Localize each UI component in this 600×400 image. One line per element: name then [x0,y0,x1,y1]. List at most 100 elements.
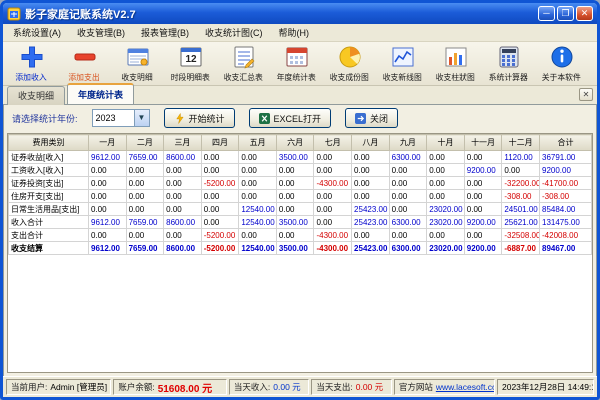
value-cell: 0.00 [275,228,315,242]
toolbar-label: 添加收入 [15,72,48,82]
value-cell: 25423.00 [351,215,390,229]
table-row[interactable]: 收入合计 9612.00 7659.00 8600.00 0.00 12540.00 350… [8,215,592,229]
value-cell: 0.00 [275,202,315,216]
toolbar-annual-table-button[interactable]: 年度统计表 [270,43,323,84]
close-button[interactable]: ✕ [576,6,593,21]
column-header: 合计 [539,134,592,151]
add-expense-icon [72,44,98,70]
category-cell: 工资收入[收入] [8,163,89,177]
close-panel-button[interactable]: 关闭 [345,108,399,128]
status-balance: 账户余额: 51608.00 元 [113,379,227,395]
income-expense-detail-icon [125,44,151,70]
toolbar-calculator-button[interactable]: 系统计算器 [482,43,535,84]
maximize-button[interactable]: ❐ [557,6,574,21]
value-cell: 8600.00 [163,150,202,164]
toolbar-pie-chart-button[interactable]: 收支成份图 [323,43,376,84]
value-cell: 0.00 [238,228,277,242]
value-cell: -41700.00 [539,176,592,190]
value-cell: 0.00 [88,176,127,190]
value-cell: 23020.00 [426,215,465,229]
value-cell: 0.00 [388,163,428,177]
value-cell: -6887.00 [501,241,540,255]
status-today-income: 当天收入: 0.00 元 [228,379,310,395]
table-row[interactable]: 证券收益[收入] 9612.00 7659.00 8600.00 0.00 0.00 350… [8,150,592,164]
menu-charts[interactable]: 收支统计图(C) [197,24,271,41]
toolbar-period-detail-button[interactable]: 12 时段明细表 [164,43,217,84]
lightning-icon [175,112,184,124]
status-current-user: 当前用户: Admin [管理员] [6,379,112,395]
menu-help[interactable]: 帮助(H) [271,24,318,41]
value-cell: 36791.00 [539,150,592,164]
value-cell: 0.00 [200,189,240,203]
table-row[interactable]: 工资收入[收入] 0.00 0.00 0.00 0.00 0.00 0.00 0.00 0.00… [8,163,592,177]
toolbar-line-chart-button[interactable]: 收支新线图 [376,43,429,84]
value-cell: 0.00 [426,228,465,242]
value-cell: 0.00 [238,189,277,203]
value-cell: 0.00 [163,202,202,216]
value-cell: 0.00 [125,163,165,177]
site-label: 官方网站 [398,382,433,392]
value-cell: 0.00 [388,202,428,216]
site-link[interactable]: www.lacesoft.com [436,382,494,392]
app-icon [7,7,21,21]
year-select[interactable]: 2023 ▼ [91,109,150,127]
value-cell: 0.00 [275,189,315,203]
tab-close-button[interactable]: ✕ [579,88,593,101]
statistics-controls: 请选择统计年份: 2023 ▼ 开始统计 EXCEL打开 关闭 [4,105,596,131]
year-select-label: 请选择统计年份: [12,113,78,124]
calculator-icon [496,44,522,70]
tab-strip: 收支明细 年度统计表 ✕ [3,83,597,105]
toolbar-label: 收支成份图 [329,72,370,82]
table-row[interactable]: 日常生活用品[支出] 0.00 0.00 0.00 0.00 12540.00 0.00 0.… [8,202,592,216]
toolbar-add-expense-button[interactable]: 添加支出 [58,43,111,84]
column-header: 四月 [200,134,240,151]
value-cell: 9200.00 [463,215,503,229]
start-statistics-button[interactable]: 开始统计 [163,108,235,128]
value-cell: 1120.00 [501,150,540,164]
toolbar-detail-button[interactable]: 收支明细 [111,43,164,84]
window-title: 影子家庭记账系统V2.7 [25,8,136,21]
value-cell: 9612.00 [88,215,127,229]
menu-system-settings[interactable]: 系统设置(A) [5,24,69,41]
table-row[interactable]: 证券投资[支出] 0.00 0.00 0.00 -5200.00 0.00 0.00 -430… [8,176,592,190]
value-cell: 0.00 [275,176,315,190]
value-cell: 85484.00 [539,202,592,216]
table-row[interactable]: 收支结算 9612.00 7659.00 8600.00 -5200.00 12540.0… [8,241,592,255]
status-datetime: 2023年12月28日 14:49:17 [496,379,595,395]
today-income-label: 当天收入: [233,382,271,392]
column-header: 一月 [88,134,127,151]
value-cell: 0.00 [388,189,428,203]
category-cell: 支出合计 [8,228,89,242]
today-income-value: 0.00 元 [273,382,301,392]
value-cell: 7659.00 [125,241,165,255]
minimize-button[interactable]: ─ [538,6,555,21]
table-row[interactable]: 住房开支[支出] 0.00 0.00 0.00 0.00 0.00 0.00 0.00 0.00… [8,189,592,203]
chevron-down-icon[interactable]: ▼ [133,110,149,126]
value-cell: 0.00 [163,228,202,242]
value-cell: 0.00 [426,176,465,190]
value-cell: 3500.00 [275,241,315,255]
value-cell: -32508.00 [501,228,540,242]
value-cell: 0.00 [426,189,465,203]
balance-label: 账户余额: [118,382,155,392]
value-cell: 6300.00 [388,215,428,229]
svg-text:12: 12 [185,54,197,65]
value-cell: -4300.00 [313,228,353,242]
table-row[interactable]: 支出合计 0.00 0.00 0.00 -5200.00 0.00 0.00 -4300.00… [8,228,592,242]
tab-income-expense-detail[interactable]: 收支明细 [7,86,66,105]
toolbar-about-button[interactable]: 关于本软件 [535,43,588,84]
toolbar-label: 时段明细表 [170,72,211,82]
menu-income-expense[interactable]: 收支管理(B) [69,24,133,41]
toolbar-bar-chart-button[interactable]: 收支柱狀图 [429,43,482,84]
menu-reports[interactable]: 报表管理(B) [133,24,197,41]
toolbar-summary-table-button[interactable]: 收支汇总表 [217,43,270,84]
exit-icon [355,112,367,124]
excel-open-button[interactable]: EXCEL打开 [248,108,332,128]
tab-annual-statistics[interactable]: 年度统计表 [67,83,135,104]
value-cell: 0.00 [88,228,127,242]
annual-table-calendar-icon [284,44,310,70]
today-expense-label: 当天支出: [316,382,353,392]
toolbar-add-income-button[interactable]: 添加收入 [5,43,58,84]
value-cell: 89467.00 [539,241,592,255]
value-cell: 24501.00 [501,202,540,216]
